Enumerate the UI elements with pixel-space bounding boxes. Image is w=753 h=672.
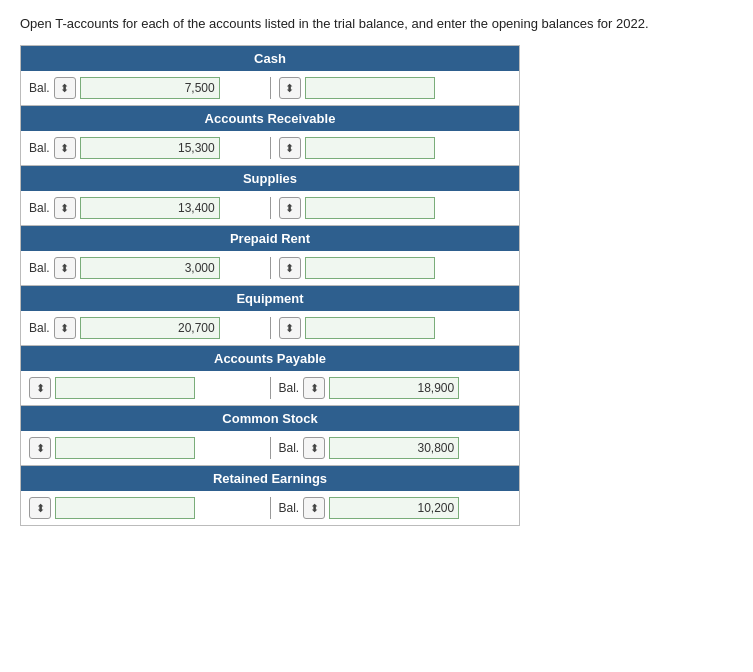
bal-label-left-prepaid-rent: Bal. <box>29 261 50 275</box>
input-left-accounts-receivable[interactable] <box>80 137 220 159</box>
account-row-equipment: Bal. ⬍ ⬍ <box>21 311 519 345</box>
left-group-common-stock: ⬍ <box>29 437 262 459</box>
select-right-common-stock[interactable]: ⬍ <box>303 437 325 459</box>
account-header-supplies: Supplies <box>21 166 519 191</box>
instruction-text: Open T-accounts for each of the accounts… <box>20 16 733 31</box>
input-right-equipment[interactable] <box>305 317 435 339</box>
input-left-cash[interactable] <box>80 77 220 99</box>
account-header-equipment: Equipment <box>21 286 519 311</box>
account-header-cash: Cash <box>21 46 519 71</box>
t-accounts-container: CashBal.⬍⬍Accounts ReceivableBal.⬍⬍Suppl… <box>20 45 520 526</box>
input-left-retained-earnings[interactable] <box>55 497 195 519</box>
input-right-supplies[interactable] <box>305 197 435 219</box>
input-left-supplies[interactable] <box>80 197 220 219</box>
input-right-accounts-receivable[interactable] <box>305 137 435 159</box>
select-right-accounts-payable[interactable]: ⬍ <box>303 377 325 399</box>
divider-common-stock <box>270 437 271 459</box>
select-right-cash[interactable]: ⬍ <box>279 77 301 99</box>
divider-supplies <box>270 197 271 219</box>
select-right-accounts-receivable[interactable]: ⬍ <box>279 137 301 159</box>
left-group-supplies: Bal. ⬍ <box>29 197 262 219</box>
account-header-accounts-payable: Accounts Payable <box>21 346 519 371</box>
select-left-equipment[interactable]: ⬍ <box>54 317 76 339</box>
bal-label-left-equipment: Bal. <box>29 321 50 335</box>
left-group-accounts-receivable: Bal. ⬍ <box>29 137 262 159</box>
bal-label-left-supplies: Bal. <box>29 201 50 215</box>
bal-label-right-accounts-payable: Bal. <box>279 381 300 395</box>
divider-accounts-payable <box>270 377 271 399</box>
right-group-supplies: ⬍ <box>279 197 512 219</box>
account-header-prepaid-rent: Prepaid Rent <box>21 226 519 251</box>
account-header-accounts-receivable: Accounts Receivable <box>21 106 519 131</box>
divider-equipment <box>270 317 271 339</box>
select-left-cash[interactable]: ⬍ <box>54 77 76 99</box>
account-section-supplies: Supplies Bal. ⬍ ⬍ <box>21 166 519 226</box>
bal-label-left-cash: Bal. <box>29 81 50 95</box>
account-row-accounts-payable: ⬍Bal.⬍ <box>21 371 519 405</box>
right-group-accounts-payable: Bal.⬍ <box>279 377 512 399</box>
bal-label-right-retained-earnings: Bal. <box>279 501 300 515</box>
account-row-accounts-receivable: Bal. ⬍ ⬍ <box>21 131 519 165</box>
right-group-accounts-receivable: ⬍ <box>279 137 512 159</box>
account-row-common-stock: ⬍Bal.⬍ <box>21 431 519 465</box>
left-group-accounts-payable: ⬍ <box>29 377 262 399</box>
divider-prepaid-rent <box>270 257 271 279</box>
input-right-cash[interactable] <box>305 77 435 99</box>
right-group-equipment: ⬍ <box>279 317 512 339</box>
select-right-retained-earnings[interactable]: ⬍ <box>303 497 325 519</box>
input-right-accounts-payable[interactable] <box>329 377 459 399</box>
account-row-supplies: Bal. ⬍ ⬍ <box>21 191 519 225</box>
select-left-retained-earnings[interactable]: ⬍ <box>29 497 51 519</box>
input-left-equipment[interactable] <box>80 317 220 339</box>
bal-label-right-common-stock: Bal. <box>279 441 300 455</box>
select-left-supplies[interactable]: ⬍ <box>54 197 76 219</box>
select-left-accounts-receivable[interactable]: ⬍ <box>54 137 76 159</box>
divider-retained-earnings <box>270 497 271 519</box>
account-row-prepaid-rent: Bal. ⬍ ⬍ <box>21 251 519 285</box>
left-group-prepaid-rent: Bal. ⬍ <box>29 257 262 279</box>
account-section-accounts-payable: Accounts Payable⬍Bal.⬍ <box>21 346 519 406</box>
account-section-common-stock: Common Stock⬍Bal.⬍ <box>21 406 519 466</box>
select-right-prepaid-rent[interactable]: ⬍ <box>279 257 301 279</box>
account-header-retained-earnings: Retained Earnings <box>21 466 519 491</box>
input-right-prepaid-rent[interactable] <box>305 257 435 279</box>
select-left-accounts-payable[interactable]: ⬍ <box>29 377 51 399</box>
account-row-retained-earnings: ⬍Bal.⬍ <box>21 491 519 525</box>
input-left-common-stock[interactable] <box>55 437 195 459</box>
account-section-equipment: Equipment Bal. ⬍ ⬍ <box>21 286 519 346</box>
input-left-prepaid-rent[interactable] <box>80 257 220 279</box>
account-section-accounts-receivable: Accounts Receivable Bal. ⬍ ⬍ <box>21 106 519 166</box>
right-group-prepaid-rent: ⬍ <box>279 257 512 279</box>
select-left-prepaid-rent[interactable]: ⬍ <box>54 257 76 279</box>
account-row-cash: Bal. ⬍ ⬍ <box>21 71 519 105</box>
left-group-cash: Bal. ⬍ <box>29 77 262 99</box>
right-group-common-stock: Bal.⬍ <box>279 437 512 459</box>
input-right-retained-earnings[interactable] <box>329 497 459 519</box>
bal-label-left-accounts-receivable: Bal. <box>29 141 50 155</box>
input-right-common-stock[interactable] <box>329 437 459 459</box>
account-section-retained-earnings: Retained Earnings⬍Bal.⬍ <box>21 466 519 525</box>
divider-accounts-receivable <box>270 137 271 159</box>
account-section-cash: Cash Bal. ⬍ ⬍ <box>21 46 519 106</box>
input-left-accounts-payable[interactable] <box>55 377 195 399</box>
account-section-prepaid-rent: Prepaid Rent Bal. ⬍ ⬍ <box>21 226 519 286</box>
select-left-common-stock[interactable]: ⬍ <box>29 437 51 459</box>
left-group-equipment: Bal. ⬍ <box>29 317 262 339</box>
select-right-supplies[interactable]: ⬍ <box>279 197 301 219</box>
account-header-common-stock: Common Stock <box>21 406 519 431</box>
left-group-retained-earnings: ⬍ <box>29 497 262 519</box>
divider-cash <box>270 77 271 99</box>
select-right-equipment[interactable]: ⬍ <box>279 317 301 339</box>
right-group-retained-earnings: Bal.⬍ <box>279 497 512 519</box>
right-group-cash: ⬍ <box>279 77 512 99</box>
